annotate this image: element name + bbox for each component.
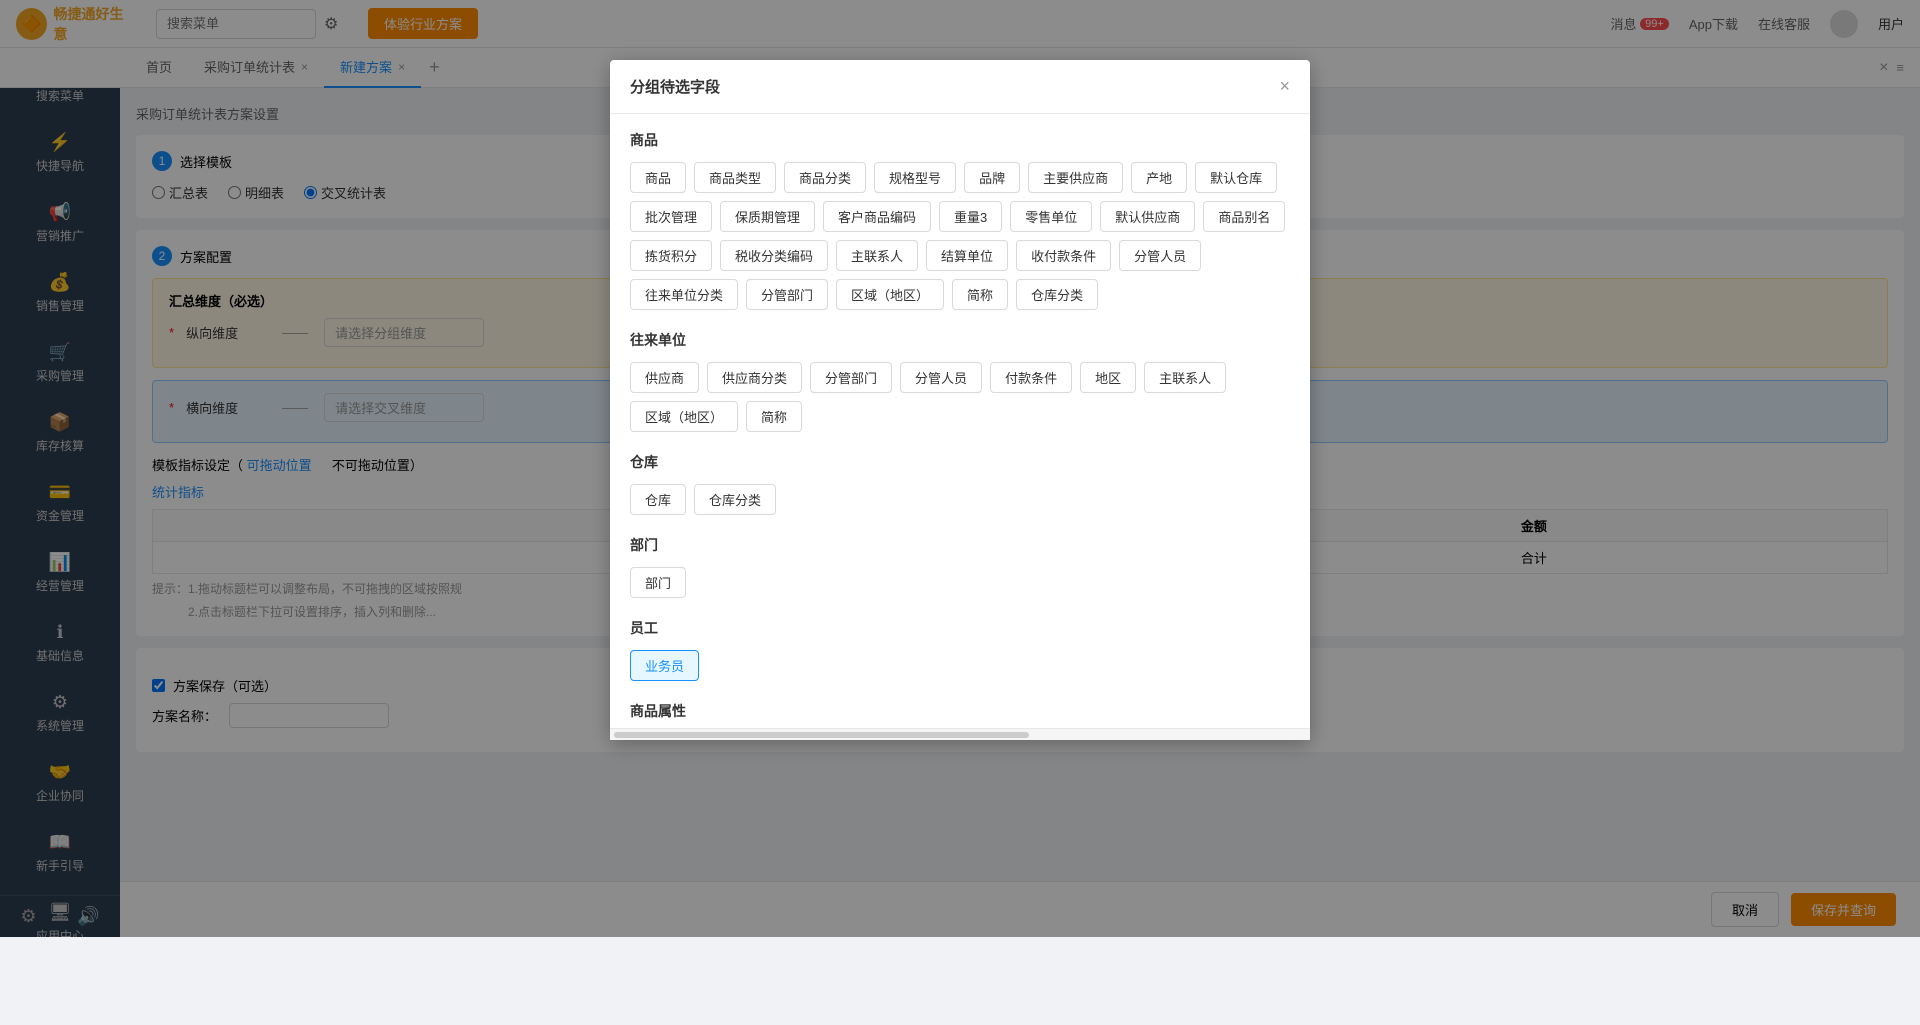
field-tag-default-warehouse[interactable]: 默认仓库 — [1195, 162, 1277, 193]
field-tag-supplier[interactable]: 供应商 — [630, 362, 699, 393]
section-product-title: 商品 — [630, 130, 1290, 150]
field-tag-brand[interactable]: 品牌 — [964, 162, 1020, 193]
section-product-attr: 商品属性 属性 颜色 多规格 尺码 鞋码 1 — [630, 701, 1290, 728]
field-tag-weight[interactable]: 重量3 — [939, 201, 1002, 232]
field-tag-alias[interactable]: 商品别名 — [1203, 201, 1285, 232]
field-tag-spec-model[interactable]: 规格型号 — [874, 162, 956, 193]
field-tag-region[interactable]: 地区 — [1080, 362, 1136, 393]
section-department: 部门 部门 — [630, 535, 1290, 598]
section-warehouse: 仓库 仓库 仓库分类 — [630, 452, 1290, 515]
section-employee-title: 员工 — [630, 618, 1290, 638]
field-tag-supplier-category[interactable]: 供应商分类 — [707, 362, 802, 393]
field-tag-tax-code[interactable]: 税收分类编码 — [720, 240, 828, 271]
modal-horizontal-scrollbar[interactable] — [610, 728, 1310, 740]
section-product-attr-title: 商品属性 — [630, 701, 1290, 721]
field-tag-manager[interactable]: 分管人员 — [1119, 240, 1201, 271]
section-product: 商品 商品 商品类型 商品分类 规格型号 品牌 主要供应商 产地 默认仓库 批次… — [630, 130, 1290, 310]
field-tag-payment-terms[interactable]: 收付款条件 — [1016, 240, 1111, 271]
field-selection-modal: 分组待选字段 × 商品 商品 商品类型 商品分类 规格型号 品牌 主要供应商 产… — [610, 60, 1310, 740]
field-tag-retail-unit[interactable]: 零售单位 — [1010, 201, 1092, 232]
field-tag-settlement-unit[interactable]: 结算单位 — [926, 240, 1008, 271]
field-tag-dept[interactable]: 分管部门 — [746, 279, 828, 310]
field-tag-pick-points[interactable]: 拣货积分 — [630, 240, 712, 271]
product-fields: 商品 商品类型 商品分类 规格型号 品牌 主要供应商 产地 默认仓库 批次管理 … — [630, 162, 1290, 310]
field-tag-abbrev[interactable]: 简称 — [952, 279, 1008, 310]
section-counterpart: 往来单位 供应商 供应商分类 分管部门 分管人员 付款条件 地区 主联系人 区域… — [630, 330, 1290, 432]
employee-fields: 业务员 — [630, 650, 1290, 681]
counterpart-fields: 供应商 供应商分类 分管部门 分管人员 付款条件 地区 主联系人 区域（地区） … — [630, 362, 1290, 432]
field-tag-warehouse[interactable]: 仓库 — [630, 484, 686, 515]
field-tag-warehouse-cat[interactable]: 仓库分类 — [694, 484, 776, 515]
field-tag-shelf-life[interactable]: 保质期管理 — [720, 201, 815, 232]
field-tag-warehouse-category[interactable]: 仓库分类 — [1016, 279, 1098, 310]
department-fields: 部门 — [630, 567, 1290, 598]
section-warehouse-title: 仓库 — [630, 452, 1290, 472]
section-employee: 员工 业务员 — [630, 618, 1290, 681]
field-tag-abbrev2[interactable]: 简称 — [746, 401, 802, 432]
field-tag-region-product[interactable]: 区域（地区） — [836, 279, 944, 310]
field-tag-default-supplier[interactable]: 默认供应商 — [1100, 201, 1195, 232]
modal-title: 分组待选字段 — [630, 76, 720, 97]
field-tag-dept2[interactable]: 分管部门 — [810, 362, 892, 393]
field-tag-batch-mgmt[interactable]: 批次管理 — [630, 201, 712, 232]
section-counterpart-title: 往来单位 — [630, 330, 1290, 350]
field-tag-region2[interactable]: 区域（地区） — [630, 401, 738, 432]
field-tag-main-contact2[interactable]: 主联系人 — [1144, 362, 1226, 393]
field-tag-department[interactable]: 部门 — [630, 567, 686, 598]
field-tag-main-contact[interactable]: 主联系人 — [836, 240, 918, 271]
field-tag-product[interactable]: 商品 — [630, 162, 686, 193]
field-tag-manager2[interactable]: 分管人员 — [900, 362, 982, 393]
field-tag-main-supplier[interactable]: 主要供应商 — [1028, 162, 1123, 193]
field-tag-payment-cond[interactable]: 付款条件 — [990, 362, 1072, 393]
section-department-title: 部门 — [630, 535, 1290, 555]
field-tag-origin[interactable]: 产地 — [1131, 162, 1187, 193]
modal-overlay[interactable]: 分组待选字段 × 商品 商品 商品类型 商品分类 规格型号 品牌 主要供应商 产… — [0, 0, 1920, 937]
field-tag-salesperson[interactable]: 业务员 — [630, 650, 699, 681]
field-tag-counterpart-category[interactable]: 往来单位分类 — [630, 279, 738, 310]
field-tag-product-category[interactable]: 商品分类 — [784, 162, 866, 193]
field-tag-customer-code[interactable]: 客户商品编码 — [823, 201, 931, 232]
modal-body: 商品 商品 商品类型 商品分类 规格型号 品牌 主要供应商 产地 默认仓库 批次… — [610, 114, 1310, 728]
modal-header: 分组待选字段 × — [610, 60, 1310, 114]
warehouse-fields: 仓库 仓库分类 — [630, 484, 1290, 515]
modal-hscroll-thumb — [614, 732, 1029, 738]
field-tag-product-type[interactable]: 商品类型 — [694, 162, 776, 193]
modal-close-button[interactable]: × — [1279, 76, 1290, 97]
